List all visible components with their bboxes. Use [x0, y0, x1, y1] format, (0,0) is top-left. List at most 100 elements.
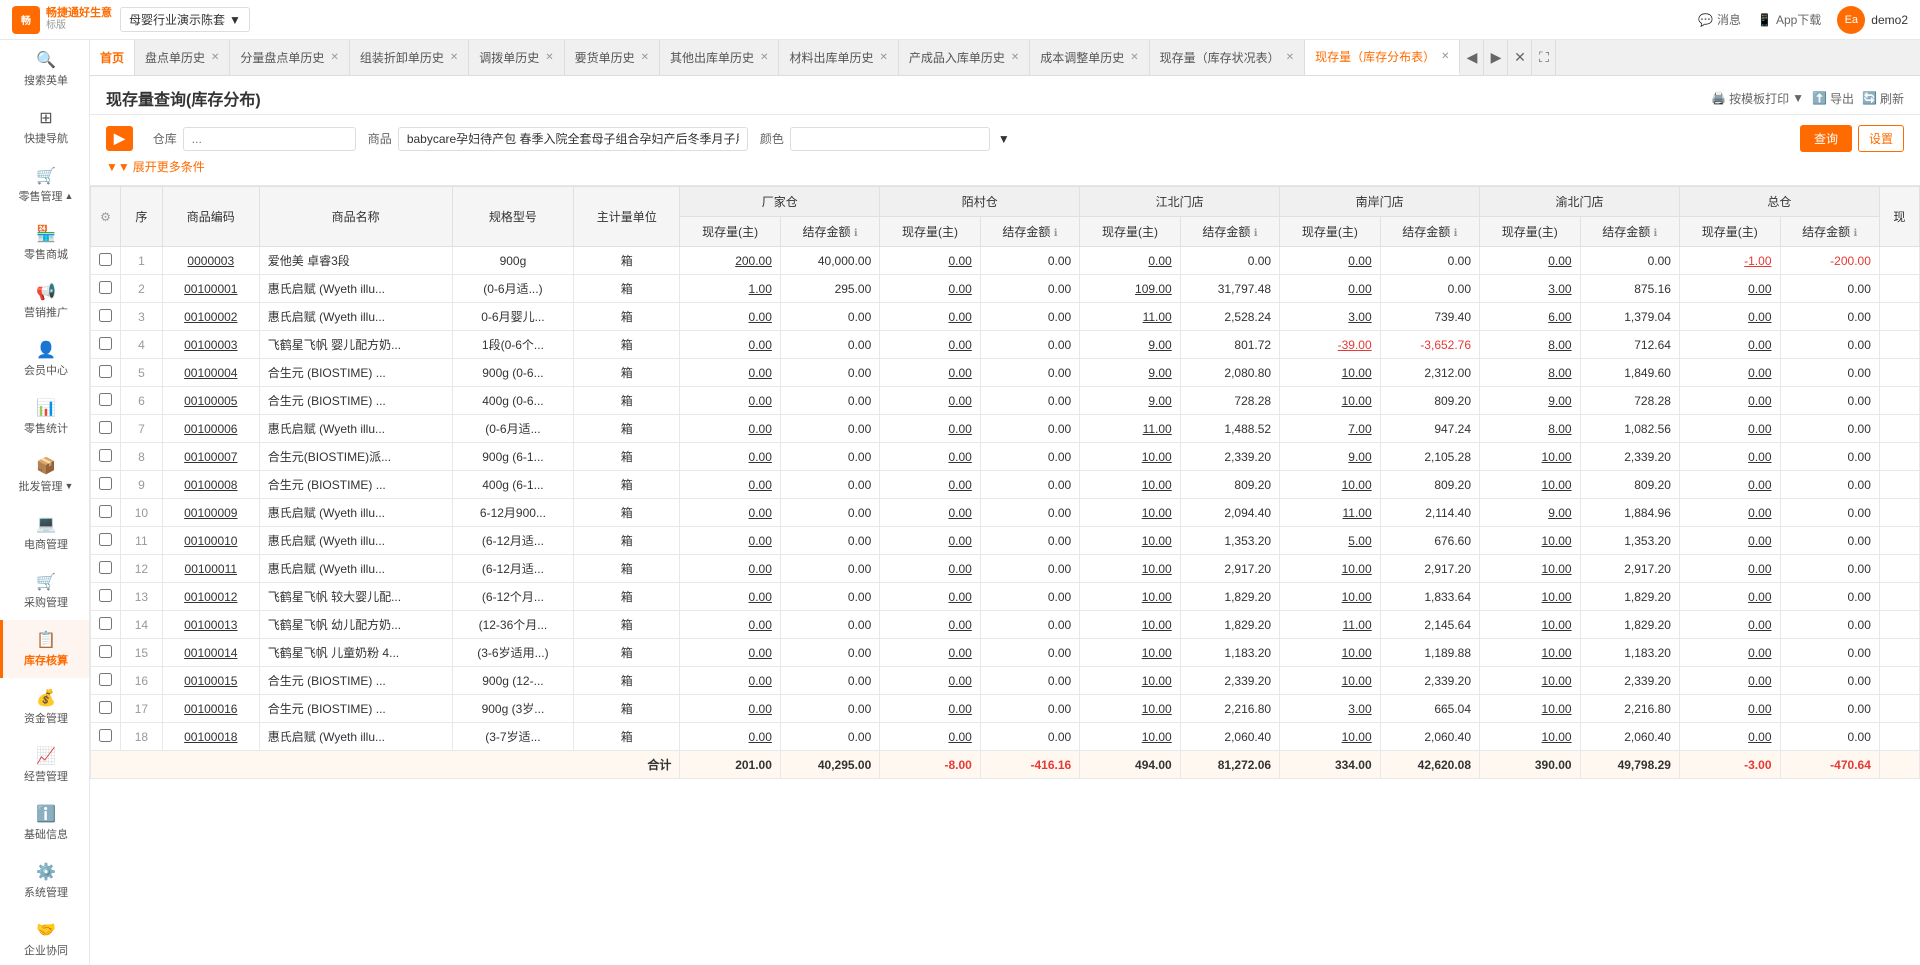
sidebar-item-finance[interactable]: 💰 资金管理	[0, 678, 89, 736]
row-factory-qty[interactable]: 0.00	[680, 471, 781, 499]
warehouse-input[interactable]	[183, 127, 356, 151]
row-jiangbei-qty[interactable]: 10.00	[1080, 471, 1181, 499]
tab-material-out-close[interactable]: ✕	[879, 52, 887, 63]
sidebar-item-shortcut[interactable]: ⊞ 快捷导航	[0, 98, 89, 156]
row-sku[interactable]: 00100004	[162, 359, 259, 387]
row-sku[interactable]: 00100015	[162, 667, 259, 695]
row-total-qty[interactable]: 0.00	[1679, 415, 1780, 443]
row-checkbox[interactable]	[91, 247, 121, 275]
row-mocun-qty[interactable]: 0.00	[880, 331, 981, 359]
nanan-amt-info-icon[interactable]: ℹ	[1454, 228, 1458, 239]
row-jiangbei-qty[interactable]: 9.00	[1080, 387, 1181, 415]
row-checkbox[interactable]	[91, 331, 121, 359]
row-nanan-qty[interactable]: -39.00	[1280, 331, 1381, 359]
export-button[interactable]: ⬆️ 导出	[1812, 90, 1854, 107]
tab-combo-tear[interactable]: 组装折卸单历史 ✕	[350, 40, 469, 75]
tab-stock-table-close[interactable]: ✕	[1286, 52, 1294, 63]
sidebar-item-purchase[interactable]: 🛒 采购管理	[0, 562, 89, 620]
print-button[interactable]: 🖨️ 按模板打印 ▼	[1711, 90, 1804, 107]
tab-cost-adjust-close[interactable]: ✕	[1130, 52, 1138, 63]
row-checkbox[interactable]	[91, 415, 121, 443]
industry-selector[interactable]: 母婴行业演示陈套 ▼	[120, 7, 250, 32]
row-factory-qty[interactable]: 0.00	[680, 695, 781, 723]
row-yubei-qty[interactable]: 10.00	[1480, 695, 1581, 723]
row-sku[interactable]: 00100008	[162, 471, 259, 499]
row-nanan-qty[interactable]: 10.00	[1280, 471, 1381, 499]
row-yubei-qty[interactable]: 10.00	[1480, 639, 1581, 667]
settings-button[interactable]: 设置	[1858, 125, 1904, 152]
row-sku[interactable]: 00100010	[162, 527, 259, 555]
row-sku[interactable]: 00100009	[162, 499, 259, 527]
user-menu[interactable]: Ea demo2	[1837, 6, 1908, 34]
row-checkbox[interactable]	[91, 471, 121, 499]
row-yubei-qty[interactable]: 8.00	[1480, 359, 1581, 387]
factory-amt-info-icon[interactable]: ℹ	[854, 228, 858, 239]
tab-stock-dist[interactable]: 现存量（库存分布表） ✕	[1305, 40, 1460, 75]
row-jiangbei-qty[interactable]: 11.00	[1080, 415, 1181, 443]
row-checkbox[interactable]	[91, 527, 121, 555]
row-sku[interactable]: 00100016	[162, 695, 259, 723]
sidebar-item-wholesale[interactable]: 📦 批发管理 ▼	[0, 446, 89, 504]
tab-partial-check-close[interactable]: ✕	[330, 52, 338, 63]
row-checkbox[interactable]	[91, 499, 121, 527]
tab-other-out-close[interactable]: ✕	[760, 52, 768, 63]
row-yubei-qty[interactable]: 10.00	[1480, 471, 1581, 499]
row-mocun-qty[interactable]: 0.00	[880, 387, 981, 415]
refresh-button[interactable]: 🔄 刷新	[1862, 90, 1904, 107]
row-jiangbei-qty[interactable]: 10.00	[1080, 527, 1181, 555]
row-factory-qty[interactable]: 0.00	[680, 667, 781, 695]
sidebar-item-retail[interactable]: 🛒 零售管理 ▲	[0, 156, 89, 214]
tab-product-in-close[interactable]: ✕	[1011, 52, 1019, 63]
row-mocun-qty[interactable]: 0.00	[880, 499, 981, 527]
tab-demand-close[interactable]: ✕	[641, 52, 649, 63]
row-jiangbei-qty[interactable]: 10.00	[1080, 611, 1181, 639]
sidebar-item-retail-stats[interactable]: 📊 零售统计	[0, 388, 89, 446]
row-yubei-qty[interactable]: 9.00	[1480, 387, 1581, 415]
row-checkbox[interactable]	[91, 275, 121, 303]
sidebar-item-retail-store[interactable]: 🏪 零售商城	[0, 214, 89, 272]
row-nanan-qty[interactable]: 9.00	[1280, 443, 1381, 471]
row-nanan-qty[interactable]: 0.00	[1280, 247, 1381, 275]
row-factory-qty[interactable]: 0.00	[680, 443, 781, 471]
row-jiangbei-qty[interactable]: 10.00	[1080, 583, 1181, 611]
row-sku[interactable]: 00100006	[162, 415, 259, 443]
row-sku[interactable]: 00100005	[162, 387, 259, 415]
row-yubei-qty[interactable]: 9.00	[1480, 499, 1581, 527]
row-checkbox[interactable]	[91, 639, 121, 667]
row-jiangbei-qty[interactable]: 10.00	[1080, 639, 1181, 667]
row-total-qty[interactable]: 0.00	[1679, 471, 1780, 499]
row-mocun-qty[interactable]: 0.00	[880, 583, 981, 611]
row-jiangbei-qty[interactable]: 0.00	[1080, 247, 1181, 275]
jiangbei-amt-info-icon[interactable]: ℹ	[1254, 228, 1258, 239]
row-mocun-qty[interactable]: 0.00	[880, 359, 981, 387]
row-checkbox[interactable]	[91, 303, 121, 331]
color-input[interactable]	[790, 127, 990, 151]
filter-toggle-button[interactable]: ▶	[106, 126, 133, 151]
row-checkbox[interactable]	[91, 443, 121, 471]
row-checkbox[interactable]	[91, 359, 121, 387]
row-jiangbei-qty[interactable]: 10.00	[1080, 443, 1181, 471]
row-yubei-qty[interactable]: 10.00	[1480, 555, 1581, 583]
row-nanan-qty[interactable]: 7.00	[1280, 415, 1381, 443]
row-nanan-qty[interactable]: 0.00	[1280, 275, 1381, 303]
row-mocun-qty[interactable]: 0.00	[880, 443, 981, 471]
sidebar-item-corp[interactable]: 🤝 企业协同	[0, 910, 89, 965]
row-yubei-qty[interactable]: 8.00	[1480, 331, 1581, 359]
row-nanan-qty[interactable]: 11.00	[1280, 611, 1381, 639]
row-sku[interactable]: 00100011	[162, 555, 259, 583]
row-total-qty[interactable]: 0.00	[1679, 303, 1780, 331]
row-total-qty[interactable]: 0.00	[1679, 667, 1780, 695]
row-factory-qty[interactable]: 0.00	[680, 415, 781, 443]
row-total-qty[interactable]: 0.00	[1679, 359, 1780, 387]
row-yubei-qty[interactable]: 10.00	[1480, 611, 1581, 639]
row-factory-qty[interactable]: 0.00	[680, 583, 781, 611]
tab-inventory-check[interactable]: 盘点单历史 ✕	[135, 40, 230, 75]
row-total-qty[interactable]: 0.00	[1679, 583, 1780, 611]
message-button[interactable]: 💬 消息	[1698, 11, 1741, 28]
row-yubei-qty[interactable]: 10.00	[1480, 443, 1581, 471]
row-yubei-qty[interactable]: 10.00	[1480, 723, 1581, 751]
tab-stock-table[interactable]: 现存量（库存状况表） ✕	[1150, 40, 1305, 75]
row-total-qty[interactable]: 0.00	[1679, 695, 1780, 723]
row-jiangbei-qty[interactable]: 9.00	[1080, 359, 1181, 387]
row-factory-qty[interactable]: 0.00	[680, 303, 781, 331]
